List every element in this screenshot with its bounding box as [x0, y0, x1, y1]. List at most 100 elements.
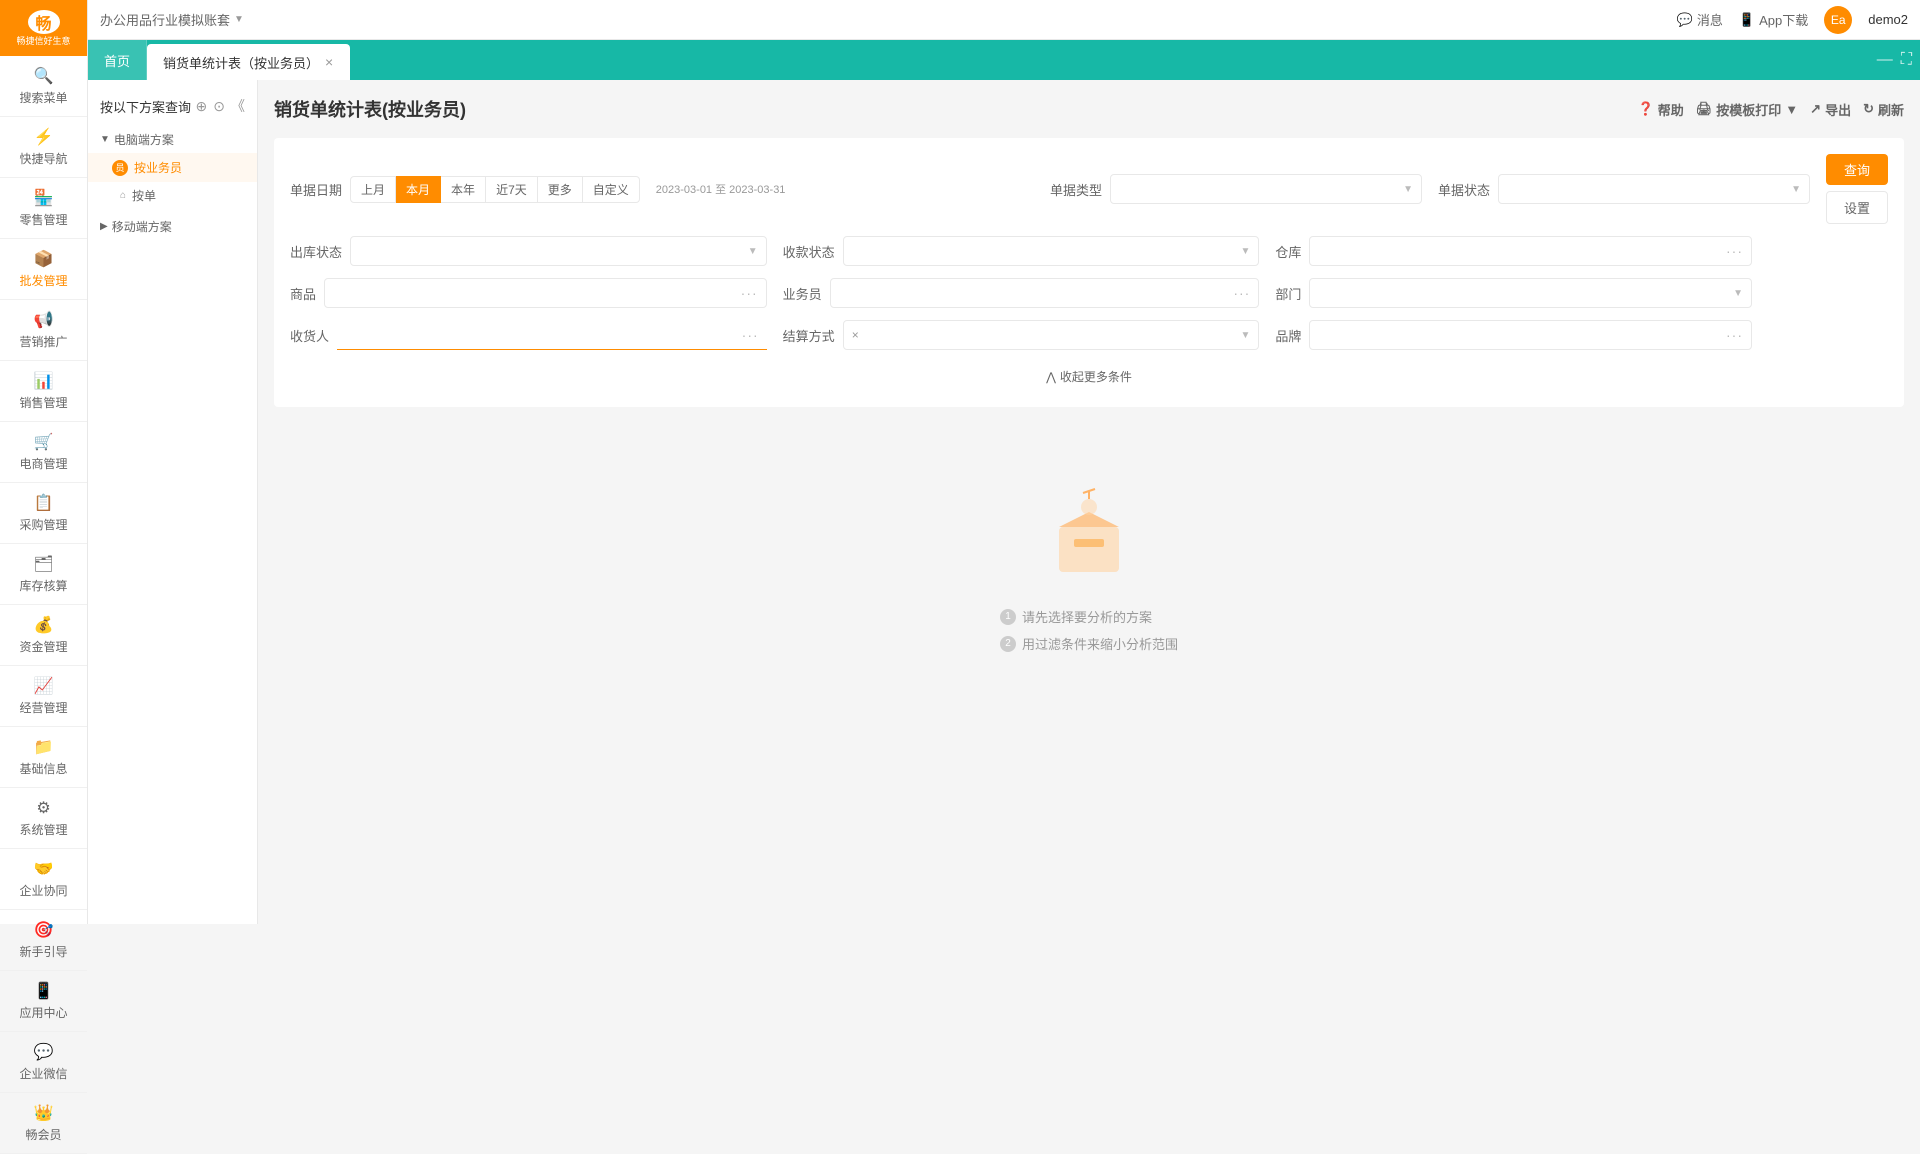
system-icon: ⚙ — [36, 798, 50, 818]
workspace-selector[interactable]: 办公用品行业模拟账套 ▼ — [100, 10, 244, 29]
tab-minimize-icon[interactable]: — — [1877, 51, 1893, 69]
out-status-control[interactable]: ▼ — [350, 236, 767, 266]
tab-home-label: 首页 — [104, 51, 130, 70]
edit-scheme-icon[interactable]: ⊙ — [213, 98, 225, 115]
type-label: 单据类型 — [1050, 180, 1102, 199]
sidebar-item-purchase[interactable]: 📋 采购管理 — [0, 483, 87, 544]
logo-text: 畅捷信好生意 — [16, 36, 70, 47]
mobile-scheme-section: ▶ 移动端方案 — [88, 213, 257, 240]
tab-home[interactable]: 首页 — [88, 40, 147, 80]
receipt-status-label: 收款状态 — [783, 242, 835, 261]
left-panel: 按以下方案查询 ⊕ ⊙ 《 ▼ 电脑端方案 员 按业务员 ⌂ 按 — [88, 80, 258, 924]
salesperson-item: 业务员 ··· — [783, 278, 1260, 308]
date-btn-custom[interactable]: 自定义 — [583, 176, 640, 203]
date-btn-last-month[interactable]: 上月 — [350, 176, 396, 203]
tab-sales-report[interactable]: 销货单统计表（按业务员） × — [147, 44, 350, 80]
export-btn[interactable]: ↗ 导出 — [1810, 100, 1851, 119]
help-btn[interactable]: ❓ 帮助 — [1638, 100, 1684, 119]
print-icon: 🖨 — [1696, 101, 1713, 117]
user-avatar-text: Ea — [1831, 13, 1846, 27]
tip-num-1: 1 — [1000, 609, 1016, 625]
sidebar-item-inventory[interactable]: 🗂 库存核算 — [0, 544, 87, 605]
collapse-area: ⋀ 收起更多条件 — [290, 362, 1888, 391]
query-button[interactable]: 查询 — [1826, 154, 1888, 185]
sidebar-item-retail[interactable]: 🏪 零售管理 — [0, 178, 87, 239]
payment-control[interactable]: × ▼ — [843, 320, 1260, 350]
sidebar-item-sales[interactable]: 📊 销售管理 — [0, 361, 87, 422]
tab-maximize-icon[interactable]: ⛶ — [1901, 51, 1912, 69]
desktop-scheme-toggle[interactable]: ▼ 电脑端方案 — [88, 126, 257, 153]
scheme-item-salesperson[interactable]: 员 按业务员 — [88, 153, 257, 182]
sidebar-item-wholesale[interactable]: 📦 批发管理 — [0, 239, 87, 300]
sidebar-item-finance[interactable]: 💰 资金管理 — [0, 605, 87, 666]
filter-row-4: 收货人 ··· 结算方式 × ▼ 品牌 — [290, 320, 1888, 350]
collapse-panel-icon[interactable]: 《 — [231, 96, 245, 116]
user-avatar[interactable]: Ea — [1824, 6, 1852, 34]
mobile-scheme-toggle[interactable]: ▶ 移动端方案 — [88, 213, 257, 240]
left-panel-header-actions: ⊕ ⊙ 《 — [196, 96, 245, 116]
payment-arrow-icon: ▼ — [1240, 330, 1250, 341]
settings-button[interactable]: 设置 — [1826, 191, 1888, 224]
empty-state: 1 请先选择要分析的方案 2 用过滤条件来缩小分析范围 — [274, 407, 1904, 733]
date-btn-this-month[interactable]: 本月 — [396, 176, 441, 203]
salesperson-control[interactable]: ··· — [830, 278, 1260, 308]
sidebar-item-enterprise[interactable]: 🤝 企业协同 — [0, 849, 87, 910]
receipt-status-control[interactable]: ▼ — [843, 236, 1260, 266]
sidebar-item-basic[interactable]: 📁 基础信息 — [0, 727, 87, 788]
refresh-btn[interactable]: ↻ 刷新 — [1863, 100, 1904, 119]
collapse-icon: ⋀ — [1046, 370, 1056, 384]
recipient-label: 收货人 — [290, 326, 329, 345]
empty-tips: 1 请先选择要分析的方案 2 用过滤条件来缩小分析范围 — [1000, 607, 1178, 653]
finance-icon: 💰 — [34, 615, 54, 635]
goods-control[interactable]: ··· — [324, 278, 767, 308]
department-control[interactable]: ▼ — [1309, 278, 1752, 308]
order-scheme-icon: ⌂ — [120, 190, 126, 201]
tabbar: 首页 销货单统计表（按业务员） × — ⛶ — [88, 40, 1920, 80]
sidebar-item-ecommerce[interactable]: 🛒 电商管理 — [0, 422, 87, 483]
sidebar-item-system[interactable]: ⚙ 系统管理 — [0, 788, 87, 849]
enterprise-icon: 🤝 — [34, 859, 54, 879]
page-title-actions: ❓ 帮助 🖨 按模板打印 ▼ ↗ 导出 ↻ 刷新 — [1638, 100, 1904, 119]
status-control[interactable]: ▼ — [1498, 174, 1810, 204]
filter-row-2: 出库状态 ▼ 收款状态 ▼ 仓库 — [290, 236, 1888, 266]
username[interactable]: demo2 — [1868, 12, 1908, 27]
brand-control[interactable]: ··· — [1309, 320, 1752, 350]
date-btn-more[interactable]: 更多 — [538, 176, 583, 203]
tab-sales-report-label: 销货单统计表（按业务员） — [163, 53, 319, 72]
app-download-btn[interactable]: 📱 App下载 — [1739, 10, 1808, 29]
type-filter-item: 单据类型 ▼ — [1050, 174, 1422, 204]
scheme-item-order[interactable]: ⌂ 按单 — [88, 182, 257, 209]
sidebar-item-newbie[interactable]: 🎯 新手引导 — [0, 910, 87, 971]
inventory-icon: 🗂 — [33, 554, 53, 574]
payment-clear-btn[interactable]: × — [852, 328, 859, 342]
empty-tip-2: 2 用过滤条件来缩小分析范围 — [1000, 634, 1178, 653]
topbar: 办公用品行业模拟账套 ▼ 💬 消息 📱 App下载 Ea demo2 — [88, 0, 1920, 40]
out-status-label: 出库状态 — [290, 242, 342, 261]
sidebar-item-operation[interactable]: 📈 经营管理 — [0, 666, 87, 727]
app-download-icon: 📱 — [1739, 12, 1755, 28]
warehouse-control[interactable]: ··· — [1309, 236, 1752, 266]
collapse-button[interactable]: ⋀ 收起更多条件 — [290, 362, 1888, 391]
desktop-scheme-arrow-icon: ▼ — [100, 134, 110, 145]
sidebar-item-appstore[interactable]: 📱 应用中心 — [0, 971, 87, 1032]
sidebar-item-marketing[interactable]: 📢 营销推广 — [0, 300, 87, 361]
recipient-control[interactable]: ··· — [337, 320, 767, 350]
sidebar-item-quicknav[interactable]: ⚡ 快捷导航 — [0, 117, 87, 178]
sidebar-item-search[interactable]: 🔍 搜索菜单 — [0, 56, 87, 117]
sidebar-item-member[interactable]: 👑 畅会员 — [0, 1093, 87, 1154]
logo[interactable]: 畅 畅捷信好生意 — [0, 0, 87, 56]
add-scheme-icon[interactable]: ⊕ — [196, 98, 208, 115]
sidebar-item-wechat[interactable]: 💬 企业微信 — [0, 1032, 87, 1093]
marketing-icon: 📢 — [34, 310, 54, 330]
workspace-arrow-icon: ▼ — [234, 14, 244, 25]
status-filter-item: 单据状态 ▼ — [1438, 174, 1810, 204]
message-btn[interactable]: 💬 消息 — [1677, 10, 1723, 29]
receipt-status-item: 收款状态 ▼ — [783, 236, 1260, 266]
main-area: 办公用品行业模拟账套 ▼ 💬 消息 📱 App下载 Ea demo2 首页 销货… — [88, 0, 1920, 924]
type-control[interactable]: ▼ — [1110, 174, 1422, 204]
quicknav-icon: ⚡ — [34, 127, 54, 147]
tab-close-icon[interactable]: × — [325, 54, 333, 70]
template-print-btn[interactable]: 🖨 按模板打印 ▼ — [1696, 100, 1798, 119]
date-btn-7days[interactable]: 近7天 — [486, 176, 538, 203]
date-btn-this-year[interactable]: 本年 — [441, 176, 486, 203]
